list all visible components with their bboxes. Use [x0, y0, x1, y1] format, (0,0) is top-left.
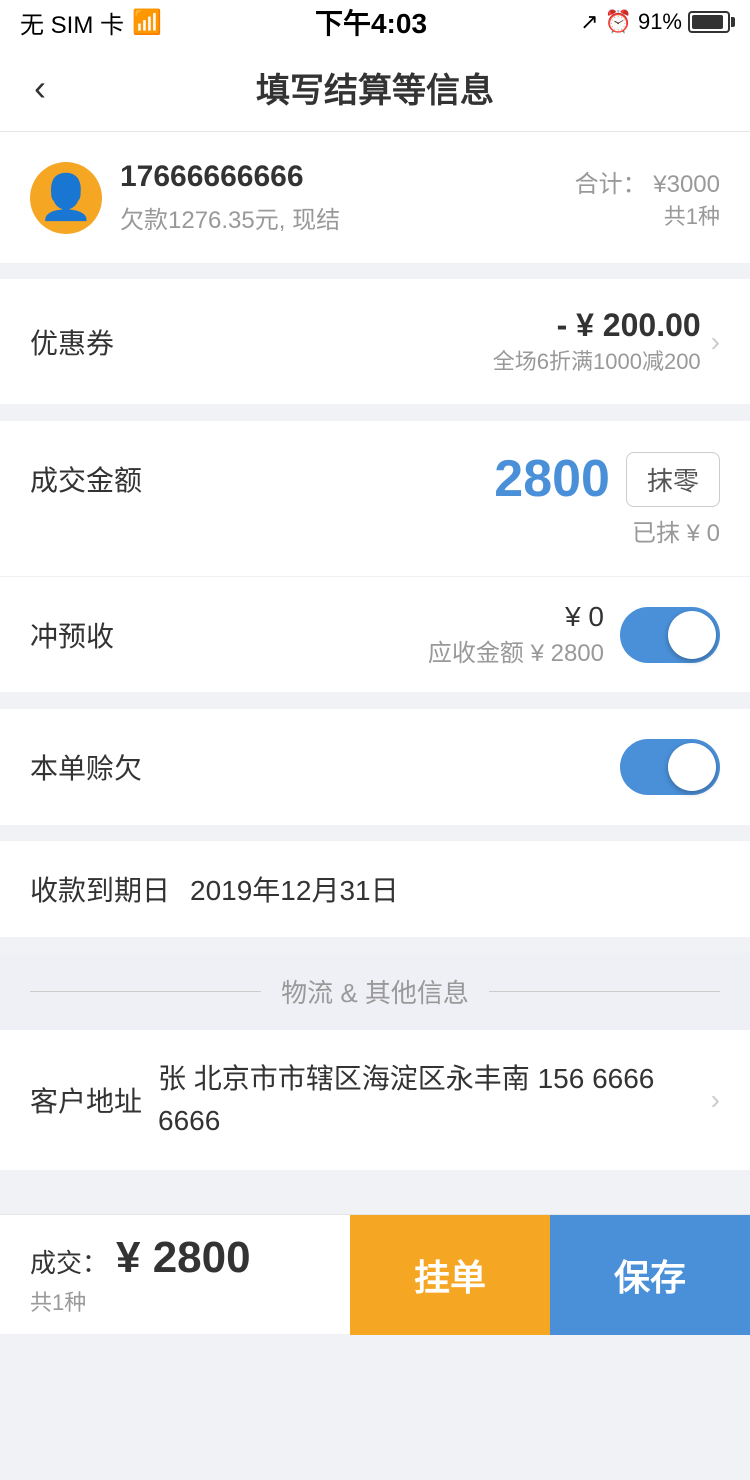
bottom-bar: 成交： ¥ 2800 共1种 挂单 保存	[0, 1214, 750, 1334]
status-left: 无 SIM 卡 📶	[20, 5, 162, 40]
back-button[interactable]: ‹	[24, 57, 56, 119]
duedate-section: 收款到期日 2019年12月31日	[0, 841, 750, 937]
address-chevron-icon: ›	[711, 1084, 720, 1116]
bottom-summary-top: 成交： ¥ 2800	[30, 1233, 320, 1283]
bottom-summary: 成交： ¥ 2800 共1种	[0, 1233, 350, 1317]
transaction-label: 成交金额	[30, 459, 142, 499]
coupon-label: 优惠券	[30, 322, 114, 362]
prepay-amount-wrap: ¥ 0 应收金额 ¥ 2800	[428, 601, 604, 668]
address-label: 客户地址	[30, 1080, 142, 1120]
status-bar: 无 SIM 卡 📶 下午4:03 ↗ ⏰ 91%	[0, 0, 750, 44]
avatar: 👤	[30, 162, 102, 234]
total-label: 合计： ¥3000	[575, 164, 720, 199]
nav-bar: ‹ 填写结算等信息	[0, 44, 750, 132]
customer-card: 👤 17666666666 欠款1276.35元, 现结 合计： ¥3000 共…	[0, 132, 750, 263]
avatar-icon: 👤	[39, 176, 94, 220]
logistics-label: 物流 & 其他信息	[281, 973, 469, 1010]
chevron-right-icon: ›	[711, 326, 720, 358]
customer-left: 👤 17666666666 欠款1276.35元, 现结	[30, 160, 340, 235]
amount-value-wrap: 2800 抹零	[494, 449, 720, 509]
battery-percent: 91%	[638, 9, 682, 35]
logistics-line-left	[30, 991, 261, 992]
logistics-line-right	[489, 991, 720, 992]
duedate-label: 收款到期日	[30, 869, 170, 909]
prepay-toggle[interactable]	[620, 607, 720, 663]
section-divider-2	[0, 693, 750, 709]
prepay-label: 冲预收	[30, 615, 114, 655]
status-right: ↗ ⏰ 91%	[580, 9, 730, 35]
location-icon: ↗	[580, 9, 598, 35]
section-divider-4	[0, 937, 750, 953]
section-divider-3	[0, 825, 750, 841]
round-button[interactable]: 抹零	[626, 452, 720, 507]
debt-label: 本单赊欠	[30, 747, 142, 787]
bottom-summary-count: 共1种	[30, 1285, 320, 1317]
debt-section: 本单赊欠	[0, 709, 750, 825]
logistics-header: 物流 & 其他信息	[0, 953, 750, 1030]
address-section[interactable]: 客户地址 张 北京市市辖区海淀区永丰南 156 6666 6666 ›	[0, 1030, 750, 1170]
prepay-right: ¥ 0 应收金额 ¥ 2800	[428, 601, 720, 668]
sim-status: 无 SIM 卡	[20, 5, 124, 40]
customer-phone: 17666666666	[120, 160, 340, 194]
transaction-value: 2800	[494, 449, 610, 509]
duedate-value: 2019年12月31日	[190, 869, 399, 909]
total-amount: ¥3000	[653, 171, 720, 198]
customer-info: 17666666666 欠款1276.35元, 现结	[120, 160, 340, 235]
coupon-right: - ¥ 200.00 全场6折满1000减200 ›	[493, 307, 720, 376]
total-count: 共1种	[575, 199, 720, 231]
address-value: 张 北京市市辖区海淀区永丰南 156 6666 6666	[142, 1058, 711, 1142]
transaction-sub: 已抹 ¥ 0	[30, 513, 720, 548]
prepay-section: 冲预收 ¥ 0 应收金额 ¥ 2800	[0, 577, 750, 693]
status-time: 下午4:03	[315, 2, 427, 42]
customer-total: 合计： ¥3000 共1种	[575, 164, 720, 231]
prepay-amount: ¥ 0	[428, 601, 604, 633]
coupon-row[interactable]: 优惠券 - ¥ 200.00 全场6折满1000减200 ›	[0, 279, 750, 405]
bottom-summary-label: 成交：	[30, 1243, 108, 1280]
transaction-section: 成交金额 2800 抹零 已抹 ¥ 0	[0, 421, 750, 577]
coupon-amount: - ¥ 200.00	[493, 307, 701, 344]
prepay-sub: 应收金额 ¥ 2800	[428, 633, 604, 668]
bottom-summary-amount: ¥ 2800	[116, 1233, 251, 1283]
alarm-icon: ⏰	[605, 9, 632, 35]
wifi-icon: 📶	[132, 8, 162, 37]
customer-debt-note: 欠款1276.35元, 现结	[120, 200, 340, 235]
section-divider-1	[0, 405, 750, 421]
coupon-desc: 全场6折满1000减200	[493, 344, 701, 376]
hang-button[interactable]: 挂单	[350, 1215, 550, 1335]
debt-toggle[interactable]	[620, 739, 720, 795]
battery-icon	[688, 11, 730, 33]
page-title: 填写结算等信息	[256, 63, 494, 112]
toggle-knob	[668, 611, 716, 659]
amount-row: 成交金额 2800 抹零	[30, 449, 720, 509]
debt-toggle-knob	[668, 743, 716, 791]
save-button[interactable]: 保存	[550, 1215, 750, 1335]
coupon-text-wrap: - ¥ 200.00 全场6折满1000减200	[493, 307, 701, 376]
